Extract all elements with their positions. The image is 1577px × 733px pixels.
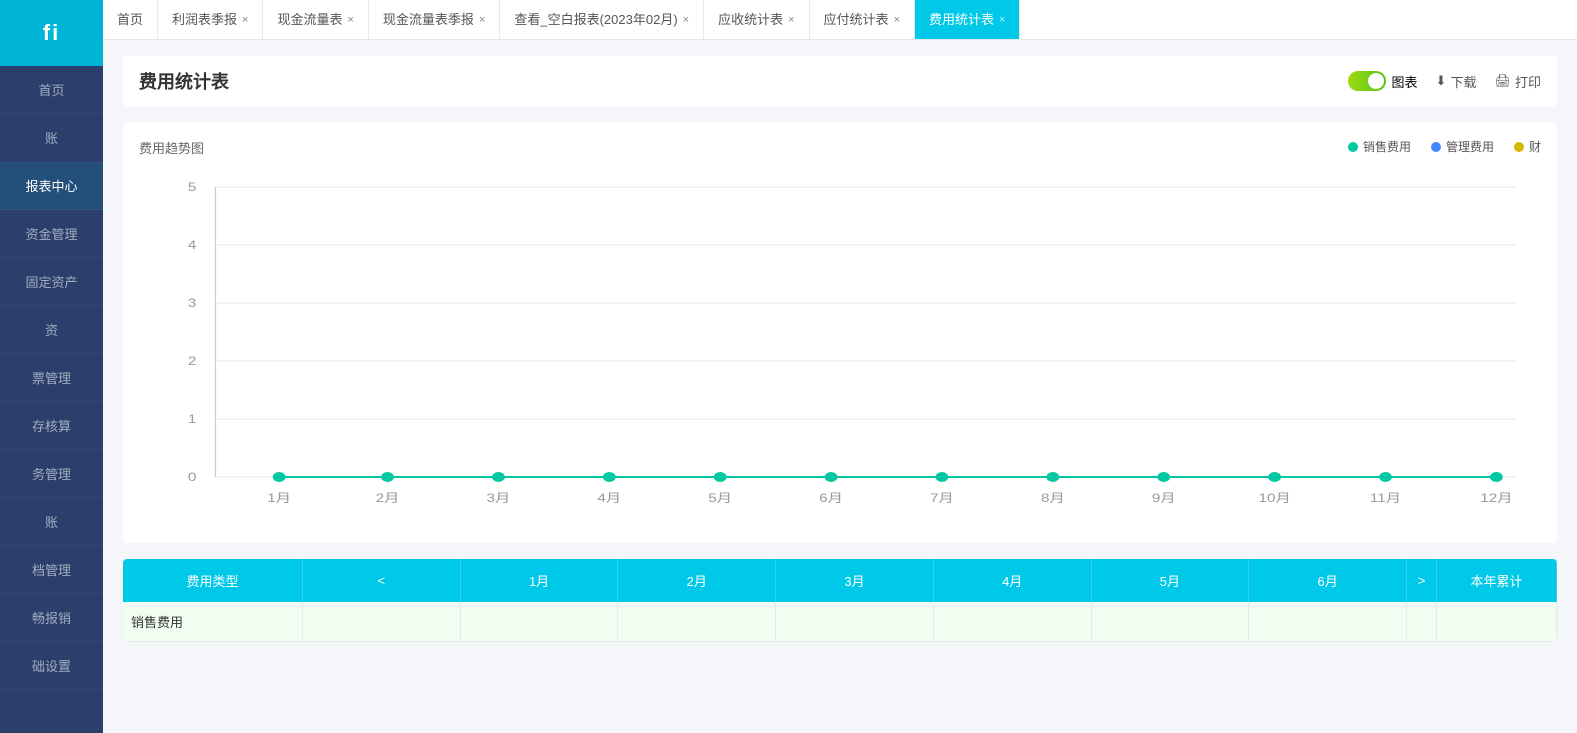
sidebar-item-ledger[interactable]: 账 xyxy=(0,498,103,546)
svg-text:0: 0 xyxy=(188,471,197,484)
download-button[interactable]: ⬇ 下载 xyxy=(1436,72,1477,91)
legend-sales: 销售费用 xyxy=(1348,138,1411,155)
header-actions: 图表 ⬇ 下载 🖨 打印 xyxy=(1348,71,1541,91)
page-header: 费用统计表 图表 ⬇ 下载 🖨 打印 xyxy=(123,56,1557,106)
main-content: 首页 利润表季报 × 现金流量表 × 现金流量表季报 × 查看_空白报表(202… xyxy=(103,0,1577,733)
svg-text:3月: 3月 xyxy=(487,492,511,505)
th-month2: 2月 xyxy=(618,559,776,602)
cell-m2 xyxy=(618,602,776,641)
cell-annual xyxy=(1437,602,1557,641)
svg-text:4月: 4月 xyxy=(597,492,621,505)
sidebar-item-inventory[interactable]: 存核算 xyxy=(0,402,103,450)
tab-close-receivable[interactable]: × xyxy=(788,0,794,40)
cell-nav-empty xyxy=(303,602,461,641)
sidebar-logo: fi xyxy=(0,0,103,66)
legend-dot-finance xyxy=(1514,142,1524,152)
tab-close-cashflow[interactable]: × xyxy=(347,0,353,40)
cell-type-sales: 销售费用 xyxy=(123,602,303,641)
sidebar-item-archive[interactable]: 档管理 xyxy=(0,546,103,594)
tab-close-profit-quarterly[interactable]: × xyxy=(242,0,248,40)
sidebar: fi 首页 账 报表中心 资金管理 固定资产 资 票管理 存核算 务管理 账 档… xyxy=(0,0,103,733)
tab-close-payable[interactable]: × xyxy=(894,0,900,40)
svg-text:2: 2 xyxy=(188,355,197,368)
svg-text:8月: 8月 xyxy=(1041,492,1065,505)
chart-toggle[interactable] xyxy=(1348,71,1386,91)
sidebar-item-reimbursement[interactable]: 畅报销 xyxy=(0,594,103,642)
cell-m4 xyxy=(934,602,1092,641)
sidebar-item-account[interactable]: 账 xyxy=(0,114,103,162)
sidebar-item-service[interactable]: 务管理 xyxy=(0,450,103,498)
th-nav-prev[interactable]: < xyxy=(303,559,461,602)
legend-dot-management xyxy=(1431,142,1441,152)
tab-cashflow[interactable]: 现金流量表 × xyxy=(263,0,368,40)
tab-close-cashflow-quarterly[interactable]: × xyxy=(479,0,485,40)
legend-finance: 财 xyxy=(1514,138,1541,155)
tab-receivable[interactable]: 应收统计表 × xyxy=(704,0,809,40)
table-section: 费用类型 < 1月 2月 3月 4月 5月 xyxy=(123,559,1557,642)
svg-text:6月: 6月 xyxy=(819,492,843,505)
download-icon: ⬇ xyxy=(1436,73,1447,89)
chart-svg: 0 1 2 3 4 5 1月 2月 3月 4月 5月 xyxy=(139,167,1541,527)
legend-management: 管理费用 xyxy=(1431,138,1494,155)
th-type: 费用类型 xyxy=(123,559,303,602)
svg-text:3: 3 xyxy=(188,297,197,310)
tab-payable[interactable]: 应付统计表 × xyxy=(810,0,915,40)
tab-expense[interactable]: 费用统计表 × xyxy=(915,0,1020,40)
th-month6: 6月 xyxy=(1249,559,1407,602)
cell-m3 xyxy=(776,602,934,641)
tab-close-blank-report[interactable]: × xyxy=(683,0,689,40)
table-row: 销售费用 xyxy=(123,602,1557,642)
cell-m6 xyxy=(1249,602,1407,641)
svg-text:1月: 1月 xyxy=(267,492,291,505)
content-area: 费用统计表 图表 ⬇ 下载 🖨 打印 费用趋势图 xyxy=(103,40,1577,733)
sidebar-item-capital[interactable]: 资 xyxy=(0,306,103,354)
prev-arrow-icon[interactable]: < xyxy=(378,573,386,588)
sidebar-item-assets[interactable]: 固定资产 xyxy=(0,258,103,306)
svg-text:9月: 9月 xyxy=(1152,492,1176,505)
cell-m1 xyxy=(461,602,619,641)
sidebar-item-home[interactable]: 首页 xyxy=(0,66,103,114)
tab-bar: 首页 利润表季报 × 现金流量表 × 现金流量表季报 × 查看_空白报表(202… xyxy=(103,0,1577,40)
svg-text:1: 1 xyxy=(188,413,197,426)
chart-legend: 销售费用 管理费用 财 xyxy=(1348,138,1541,155)
print-icon: 🖨 xyxy=(1494,73,1511,89)
th-month5: 5月 xyxy=(1092,559,1250,602)
cell-m5 xyxy=(1092,602,1250,641)
tab-cashflow-quarterly[interactable]: 现金流量表季报 × xyxy=(369,0,500,40)
svg-text:2月: 2月 xyxy=(376,492,400,505)
print-button[interactable]: 🖨 打印 xyxy=(1494,72,1541,91)
chart-toggle-label: 图表 xyxy=(1392,72,1418,91)
svg-text:5: 5 xyxy=(188,181,197,194)
tab-close-expense[interactable]: × xyxy=(999,0,1005,40)
chart-container: 0 1 2 3 4 5 1月 2月 3月 4月 5月 xyxy=(139,167,1541,527)
sidebar-item-reports[interactable]: 报表中心 xyxy=(0,162,103,210)
next-arrow-icon[interactable]: > xyxy=(1418,573,1426,588)
tab-profit-quarterly[interactable]: 利润表季报 × xyxy=(158,0,263,40)
sidebar-item-tickets[interactable]: 票管理 xyxy=(0,354,103,402)
chart-section: 费用趋势图 销售费用 管理费用 财 xyxy=(123,122,1557,543)
chart-toggle-group: 图表 xyxy=(1348,71,1418,91)
chart-title: 费用趋势图 xyxy=(139,138,204,157)
tab-blank-report[interactable]: 查看_空白报表(2023年02月) × xyxy=(500,0,704,40)
th-month4: 4月 xyxy=(934,559,1092,602)
svg-text:10月: 10月 xyxy=(1258,492,1290,505)
sidebar-item-settings[interactable]: 础设置 xyxy=(0,642,103,690)
svg-text:11月: 11月 xyxy=(1370,492,1401,505)
sidebar-item-funds[interactable]: 资金管理 xyxy=(0,210,103,258)
th-annual: 本年累计 xyxy=(1437,559,1557,602)
th-month1: 1月 xyxy=(461,559,619,602)
page-title: 费用统计表 xyxy=(139,68,229,94)
tab-home[interactable]: 首页 xyxy=(103,0,158,40)
svg-text:7月: 7月 xyxy=(930,492,954,505)
th-nav-next[interactable]: > xyxy=(1407,559,1437,602)
table-header: 费用类型 < 1月 2月 3月 4月 5月 xyxy=(123,559,1557,602)
svg-text:5月: 5月 xyxy=(708,492,732,505)
svg-text:4: 4 xyxy=(188,239,197,252)
th-month3: 3月 xyxy=(776,559,934,602)
cell-nav-empty2 xyxy=(1407,602,1437,641)
legend-dot-sales xyxy=(1348,142,1358,152)
svg-text:12月: 12月 xyxy=(1480,492,1512,505)
